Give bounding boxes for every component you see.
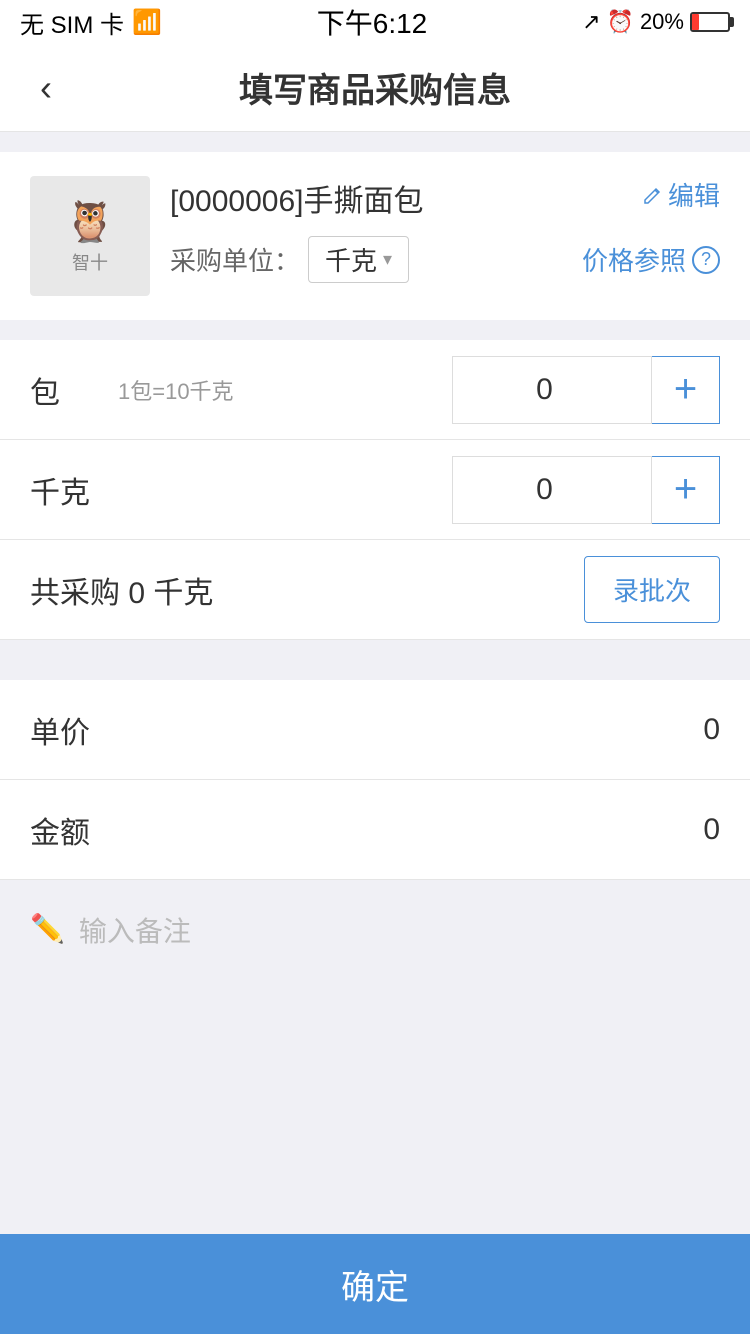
location-icon: ↗ [582, 9, 600, 35]
unit-value: 千克 [325, 241, 377, 278]
remark-section[interactable]: ✏️ 输入备注 [0, 880, 750, 1180]
product-card: 🦉 智十 [0000006]手撕面包 编辑 采购单位： 千克 ▾ [0, 152, 750, 320]
unit-price-row: 单价 0 [0, 680, 750, 780]
bao-input[interactable] [452, 356, 652, 424]
confirm-button[interactable]: 确定 [0, 1234, 750, 1334]
help-icon: ? [692, 246, 720, 274]
bao-plus-button[interactable]: + [652, 356, 720, 424]
nav-bar: ‹ 填写商品采购信息 [0, 44, 750, 132]
page-title: 填写商品采购信息 [239, 63, 511, 112]
unit-select[interactable]: 千克 ▾ [308, 236, 409, 283]
kg-input-controls: + [452, 456, 720, 524]
kg-plus-button[interactable]: + [652, 456, 720, 524]
wifi-icon: 📶 [132, 8, 162, 37]
unit-price-value: 0 [703, 713, 720, 747]
status-time: 下午6:12 [317, 2, 428, 42]
bao-sublabel: 1包=10千克 [118, 374, 234, 406]
back-button[interactable]: ‹ [30, 57, 62, 119]
unit-price-label: 单价 [30, 708, 90, 752]
record-batch-button[interactable]: 录批次 [584, 556, 720, 623]
amount-label: 金额 [30, 808, 90, 852]
edit-icon [642, 184, 664, 206]
edit-label: 编辑 [668, 176, 720, 213]
total-row: 共采购 0 千克 录批次 [0, 540, 750, 640]
product-header: [0000006]手撕面包 编辑 [170, 176, 720, 220]
status-bar: 无 SIM 卡 📶 下午6:12 ↗ ⏰ 20% [0, 0, 750, 44]
unit-label: 采购单位： [170, 241, 300, 278]
kg-input-row: 千克 + [0, 440, 750, 540]
pencil-icon: ✏️ [30, 912, 65, 945]
alarm-icon: ⏰ [607, 9, 634, 35]
no-sim-label: 无 SIM 卡 [20, 5, 124, 40]
remark-placeholder: 输入备注 [79, 910, 191, 950]
divider-1 [0, 320, 750, 340]
product-name: [0000006]手撕面包 [170, 176, 423, 220]
price-section: 单价 0 金额 0 [0, 680, 750, 880]
bao-label: 包 [30, 368, 110, 412]
edit-button[interactable]: 编辑 [642, 176, 720, 213]
product-image-label: 智十 [72, 249, 108, 275]
battery-icon [690, 12, 730, 32]
status-left: 无 SIM 卡 📶 [20, 5, 162, 40]
battery-percent: 20% [640, 9, 684, 35]
product-unit-row: 采购单位： 千克 ▾ 价格参照 ? [170, 236, 720, 283]
product-owl-icon: 🦉 [65, 198, 115, 245]
divider-2 [0, 640, 750, 660]
price-ref-button[interactable]: 价格参照 ? [582, 241, 720, 278]
bao-input-controls: + [452, 356, 720, 424]
chevron-down-icon: ▾ [383, 249, 392, 270]
status-right: ↗ ⏰ 20% [582, 9, 730, 35]
amount-value: 0 [703, 813, 720, 847]
kg-label: 千克 [30, 468, 110, 512]
product-info: [0000006]手撕面包 编辑 采购单位： 千克 ▾ 价格参照 ? [170, 176, 720, 283]
amount-row: 金额 0 [0, 780, 750, 880]
price-ref-label: 价格参照 [582, 241, 686, 278]
kg-input[interactable] [452, 456, 652, 524]
product-image: 🦉 智十 [30, 176, 150, 296]
total-label: 共采购 0 千克 [30, 568, 213, 612]
bao-input-row: 包 1包=10千克 + [0, 340, 750, 440]
input-section: 包 1包=10千克 + 千克 + [0, 340, 750, 540]
